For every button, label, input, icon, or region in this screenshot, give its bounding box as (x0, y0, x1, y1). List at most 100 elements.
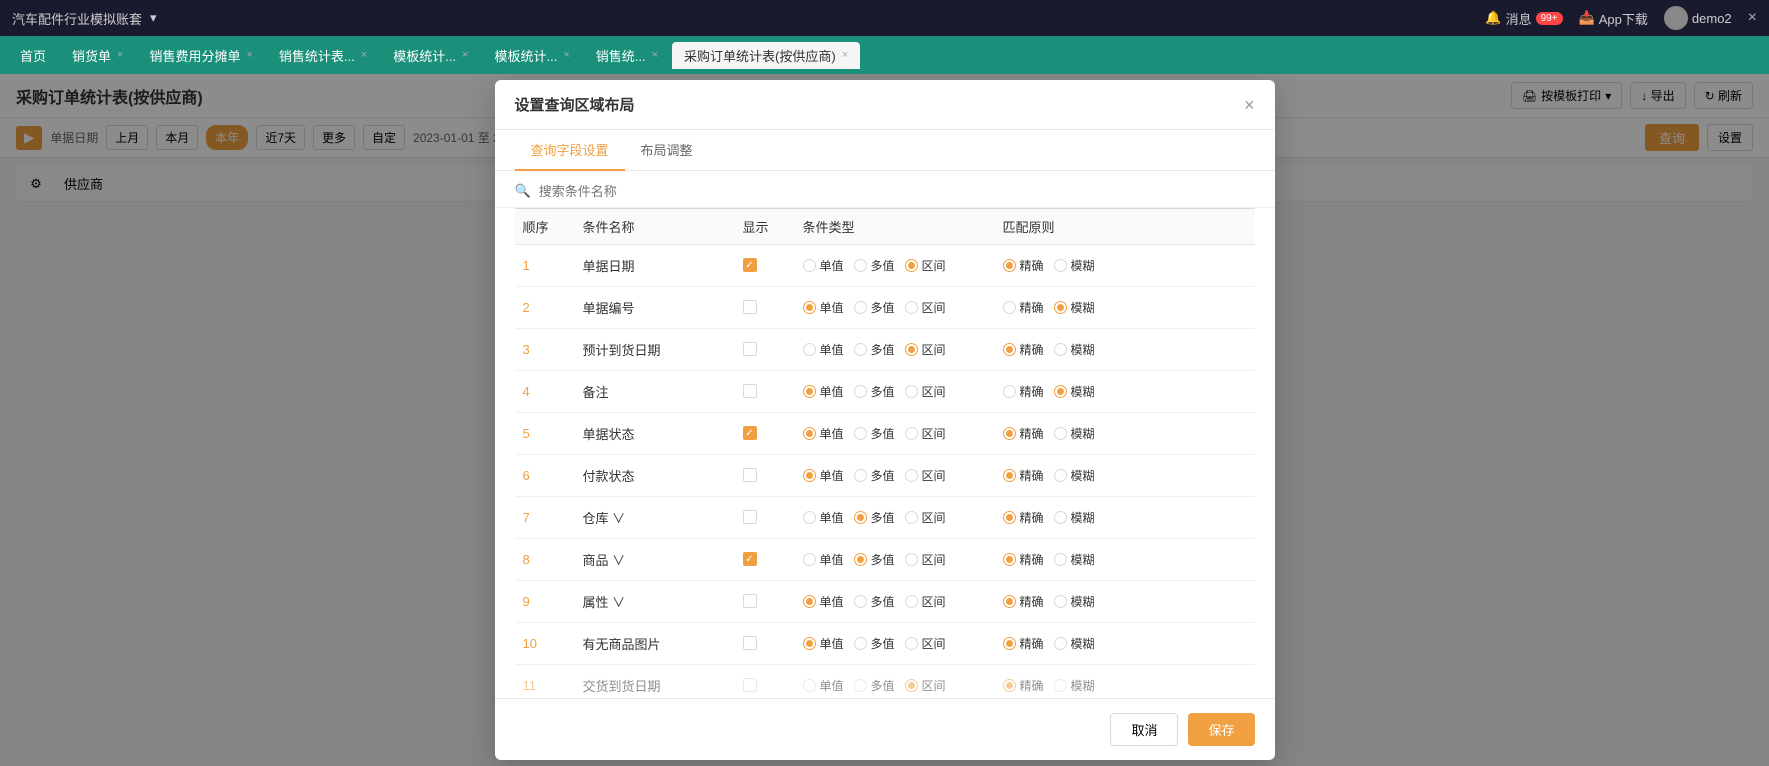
radio-multi[interactable] (854, 679, 867, 692)
radio-exact[interactable] (1003, 301, 1016, 314)
row-2-show[interactable] (735, 300, 795, 314)
tab-home[interactable]: 首页 (8, 42, 58, 69)
row-5-show[interactable] (735, 426, 795, 440)
radio-exact[interactable] (1003, 385, 1016, 398)
radio-range[interactable] (905, 637, 918, 650)
radio-exact[interactable] (1003, 511, 1016, 524)
row-9-type-multi[interactable]: 多值 (854, 593, 895, 610)
radio-single[interactable] (803, 301, 816, 314)
row-7-checkbox[interactable] (743, 510, 757, 524)
row-5-checkbox[interactable] (743, 426, 757, 440)
row-6-match-fuzzy[interactable]: 模糊 (1054, 467, 1095, 484)
row-4-match-exact[interactable]: 精确 (1003, 383, 1044, 400)
radio-exact[interactable] (1003, 679, 1016, 692)
row-3-match-exact[interactable]: 精确 (1003, 341, 1044, 358)
dialog-tab-query-fields[interactable]: 查询字段设置 (515, 130, 625, 171)
radio-multi[interactable] (854, 637, 867, 650)
radio-exact[interactable] (1003, 595, 1016, 608)
tab-sales-stat2[interactable]: 销售统... × (584, 42, 670, 69)
radio-multi[interactable] (854, 595, 867, 608)
row-1-type-range[interactable]: 区间 (905, 257, 946, 274)
row-10-checkbox[interactable] (743, 636, 757, 650)
row-9-type-range[interactable]: 区间 (905, 593, 946, 610)
tab-purchase-stat[interactable]: 采购订单统计表(按供应商) × (672, 42, 860, 69)
radio-fuzzy[interactable] (1054, 637, 1067, 650)
row-6-checkbox[interactable] (743, 468, 757, 482)
radio-range[interactable] (905, 301, 918, 314)
row-9-type-single[interactable]: 单值 (803, 593, 844, 610)
radio-fuzzy[interactable] (1054, 301, 1067, 314)
notifications-btn[interactable]: 🔔 消息 99+ (1485, 9, 1562, 28)
row-11-match-exact[interactable]: 精确 (1003, 677, 1044, 694)
row-9-match-exact[interactable]: 精确 (1003, 593, 1044, 610)
radio-single[interactable] (803, 595, 816, 608)
row-3-match-fuzzy[interactable]: 模糊 (1054, 341, 1095, 358)
radio-range[interactable] (905, 595, 918, 608)
row-3-type-range[interactable]: 区间 (905, 341, 946, 358)
radio-range[interactable] (905, 427, 918, 440)
radio-fuzzy[interactable] (1054, 343, 1067, 356)
radio-range[interactable] (905, 679, 918, 692)
radio-fuzzy[interactable] (1054, 595, 1067, 608)
row-8-match-exact[interactable]: 精确 (1003, 551, 1044, 568)
row-1-match-fuzzy[interactable]: 模糊 (1054, 257, 1095, 274)
app-download-btn[interactable]: 📥 App下载 (1579, 9, 1648, 28)
radio-exact[interactable] (1003, 637, 1016, 650)
row-5-type-range[interactable]: 区间 (905, 425, 946, 442)
row-6-type-range[interactable]: 区间 (905, 467, 946, 484)
tab-sales-split-close[interactable]: × (246, 49, 252, 61)
row-11-match-fuzzy[interactable]: 模糊 (1054, 677, 1095, 694)
row-5-type-multi[interactable]: 多值 (854, 425, 895, 442)
tab-template2-close[interactable]: × (563, 49, 569, 61)
user-avatar[interactable]: demo2 (1664, 6, 1732, 30)
row-8-checkbox[interactable] (743, 552, 757, 566)
row-6-show[interactable] (735, 468, 795, 482)
row-3-type-multi[interactable]: 多值 (854, 341, 895, 358)
radio-range[interactable] (905, 553, 918, 566)
row-6-type-single[interactable]: 单值 (803, 467, 844, 484)
row-2-match-exact[interactable]: 精确 (1003, 299, 1044, 316)
radio-single[interactable] (803, 637, 816, 650)
row-10-type-range[interactable]: 区间 (905, 635, 946, 652)
radio-single[interactable] (803, 511, 816, 524)
row-10-type-single[interactable]: 单值 (803, 635, 844, 652)
row-3-checkbox[interactable] (743, 342, 757, 356)
tab-sales-split[interactable]: 销售费用分摊单 × (137, 42, 264, 69)
row-6-type-multi[interactable]: 多值 (854, 467, 895, 484)
dialog-close-btn[interactable]: × (1244, 96, 1255, 114)
row-11-type-range[interactable]: 区间 (905, 677, 946, 694)
tab-sales-stat-close[interactable]: × (361, 49, 367, 61)
row-4-type-single[interactable]: 单值 (803, 383, 844, 400)
radio-exact[interactable] (1003, 469, 1016, 482)
row-11-type-multi[interactable]: 多值 (854, 677, 895, 694)
tab-sales[interactable]: 销货单 × (60, 42, 135, 69)
row-10-match-fuzzy[interactable]: 模糊 (1054, 635, 1095, 652)
tab-sales-stat2-close[interactable]: × (652, 49, 658, 61)
row-8-type-range[interactable]: 区间 (905, 551, 946, 568)
row-7-match-exact[interactable]: 精确 (1003, 509, 1044, 526)
row-6-match-exact[interactable]: 精确 (1003, 467, 1044, 484)
row-2-type-single[interactable]: 单值 (803, 299, 844, 316)
row-11-show[interactable] (735, 678, 795, 692)
radio-fuzzy[interactable] (1054, 427, 1067, 440)
row-1-type-single[interactable]: 单值 (803, 257, 844, 274)
radio-multi[interactable] (854, 259, 867, 272)
tab-template2[interactable]: 模板统计... × (482, 42, 581, 69)
row-7-show[interactable] (735, 510, 795, 524)
row-5-match-exact[interactable]: 精确 (1003, 425, 1044, 442)
dialog-tab-layout[interactable]: 布局调整 (625, 130, 709, 171)
row-4-show[interactable] (735, 384, 795, 398)
row-2-type-range[interactable]: 区间 (905, 299, 946, 316)
row-9-show[interactable] (735, 594, 795, 608)
radio-fuzzy[interactable] (1054, 511, 1067, 524)
row-11-checkbox[interactable] (743, 678, 757, 692)
tab-template1-close[interactable]: × (462, 49, 468, 61)
radio-fuzzy[interactable] (1054, 679, 1067, 692)
radio-fuzzy[interactable] (1054, 469, 1067, 482)
radio-exact[interactable] (1003, 427, 1016, 440)
row-10-type-multi[interactable]: 多值 (854, 635, 895, 652)
radio-single[interactable] (803, 427, 816, 440)
radio-single[interactable] (803, 679, 816, 692)
radio-multi[interactable] (854, 511, 867, 524)
row-2-type-multi[interactable]: 多值 (854, 299, 895, 316)
